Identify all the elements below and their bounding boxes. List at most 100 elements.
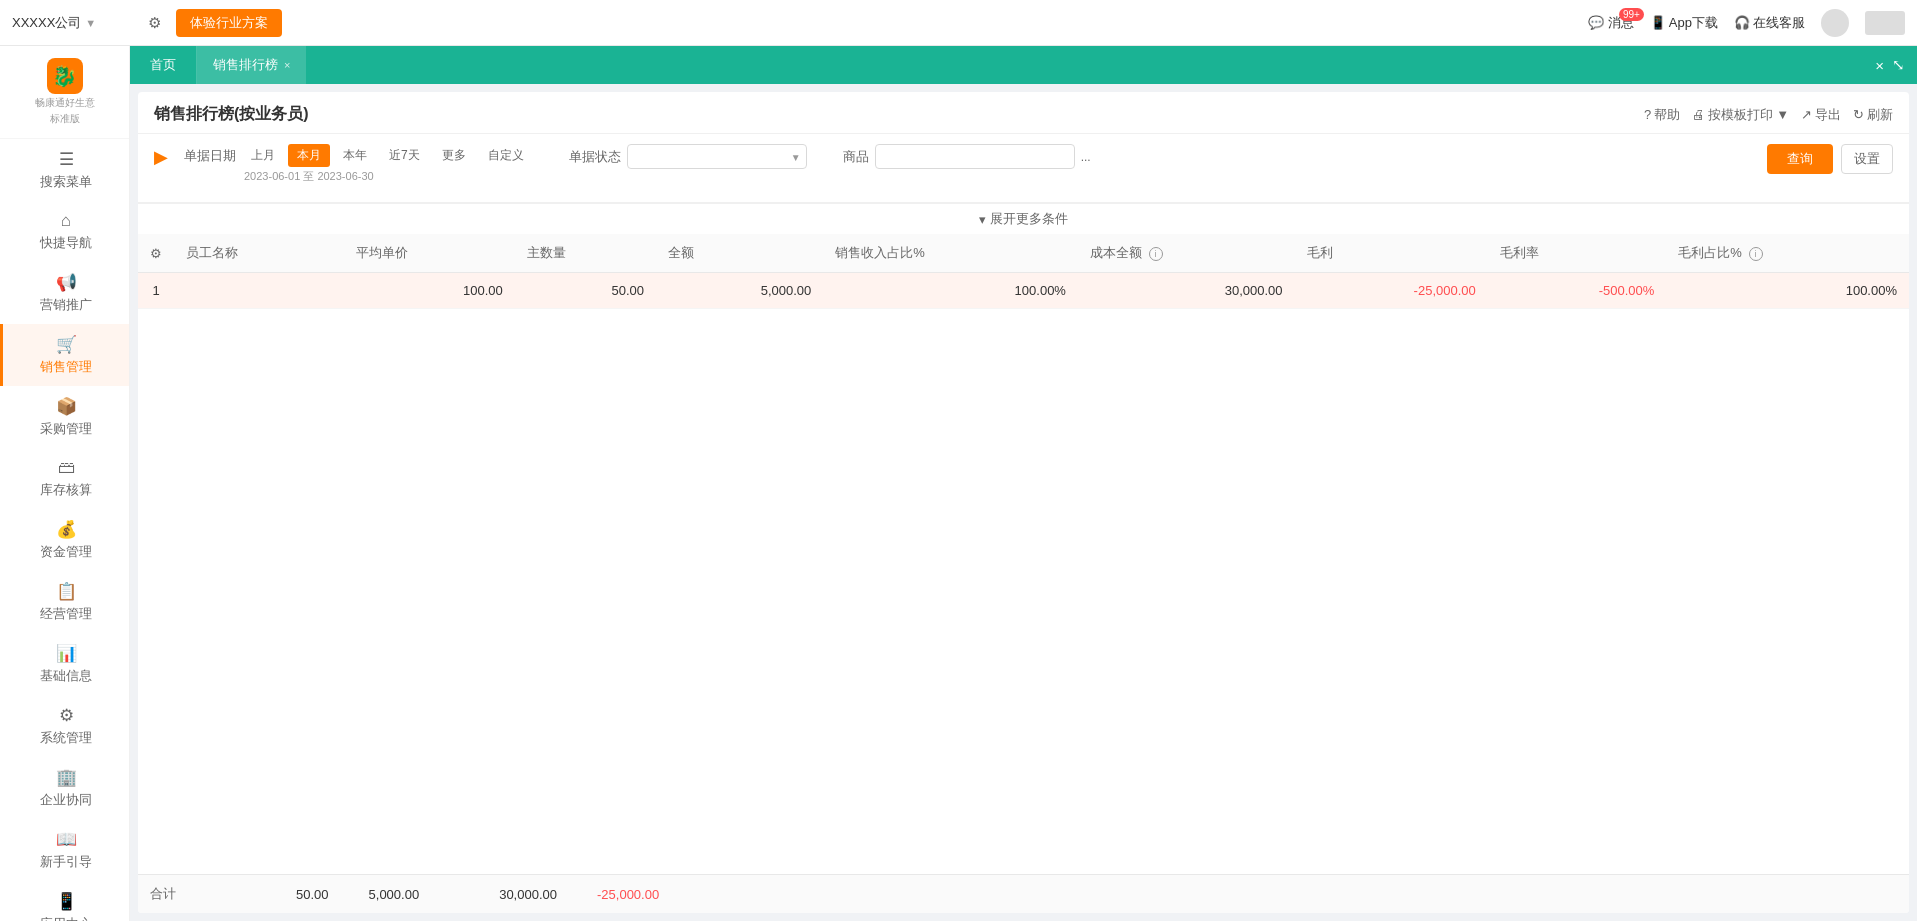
sales-icon: 🛒 <box>56 334 77 355</box>
print-chevron-icon: ▼ <box>1776 107 1789 122</box>
template-print-button[interactable]: 🖨 按模板打印 ▼ <box>1692 106 1789 124</box>
cost-info-icon[interactable]: i <box>1149 247 1163 261</box>
col-gross-pct: 毛利占比% i <box>1666 234 1909 273</box>
sidebar-item-guide-label: 新手引导 <box>40 853 92 871</box>
settings-row-button[interactable]: 设置 <box>1841 144 1893 174</box>
footer-label: 合计 <box>150 885 176 903</box>
trial-button[interactable]: 体验行业方案 <box>176 9 282 37</box>
col-employee-name-label: 员工名称 <box>186 245 238 260</box>
export-button[interactable]: ↗ 导出 <box>1801 106 1841 124</box>
tab-close-button[interactable]: × <box>284 59 290 71</box>
col-sales-pct: 销售收入占比% <box>823 234 1078 273</box>
company-name: XXXXX公司 <box>12 14 81 32</box>
tab-sales-ranking[interactable]: 销售排行榜 × <box>197 46 306 84</box>
date-filter-group: 单据日期 上月 本月 本年 近7天 更多 自定义 2023-06-01 至 20… <box>184 144 533 184</box>
pill-this-year[interactable]: 本年 <box>334 144 376 167</box>
goods-input[interactable] <box>875 144 1075 169</box>
col-avg-price-label: 平均单价 <box>356 245 408 260</box>
col-cost-label: 成本全额 <box>1090 245 1142 260</box>
col-sales-pct-label: 销售收入占比% <box>835 245 925 260</box>
finance-icon: 💰 <box>56 519 77 540</box>
content-area: 首页 销售排行榜 × × ⤡ 销售排行榜(按业务员) ? 帮助 <box>130 46 1917 921</box>
sidebar-item-purchase[interactable]: 📦 采购管理 <box>0 386 129 448</box>
pill-custom[interactable]: 自定义 <box>479 144 533 167</box>
pill-last-month[interactable]: 上月 <box>242 144 284 167</box>
sidebar-item-sales[interactable]: 🛒 销售管理 <box>0 324 129 386</box>
sidebar-item-marketing[interactable]: 📢 营销推广 <box>0 262 129 324</box>
table-header-row: ⚙ 员工名称 平均单价 主数量 <box>138 234 1909 273</box>
sidebar-item-basic-info[interactable]: 📊 基础信息 <box>0 633 129 695</box>
sidebar-item-search[interactable]: ☰ 搜索菜单 <box>0 139 129 201</box>
col-gross-rate: 毛利率 <box>1488 234 1667 273</box>
sidebar-item-finance[interactable]: 💰 资金管理 <box>0 509 129 571</box>
print-icon: 🖨 <box>1692 107 1705 122</box>
footer-gross: -25,000.00 <box>597 887 659 902</box>
query-actions: 查询 设置 <box>1767 144 1893 174</box>
phone-icon: 📱 <box>1650 15 1666 30</box>
col-gross-pct-label: 毛利占比% <box>1678 245 1742 260</box>
refresh-button[interactable]: ↻ 刷新 <box>1853 106 1893 124</box>
basic-info-icon: 📊 <box>56 643 77 664</box>
right-arrow-icon: ▶ <box>154 146 168 168</box>
pill-this-month[interactable]: 本月 <box>288 144 330 167</box>
message-icon: 💬 <box>1588 15 1604 30</box>
company-selector[interactable]: XXXXX公司 ▼ <box>12 14 132 32</box>
status-select[interactable] <box>627 144 807 169</box>
app-download-button[interactable]: 📱 App下载 <box>1650 14 1718 32</box>
tab-minimize-button[interactable]: × <box>1875 57 1884 74</box>
sidebar-item-inventory[interactable]: 🗃 库存核算 <box>0 448 129 509</box>
refresh-icon: ↻ <box>1853 107 1864 122</box>
tab-right-actions: × ⤡ <box>1875 56 1917 74</box>
sidebar-item-system[interactable]: ⚙ 系统管理 <box>0 695 129 757</box>
headset-icon: 🎧 <box>1734 15 1750 30</box>
status-select-wrapper: ▼ <box>627 144 807 169</box>
pill-7-days[interactable]: 近7天 <box>380 144 429 167</box>
avg-price-value: 100.00 <box>463 283 503 298</box>
page-content: 销售排行榜(按业务员) ? 帮助 🖨 按模板打印 ▼ ↗ 导出 <box>138 92 1909 913</box>
cell-gross-pct: 100.00% <box>1666 273 1909 309</box>
gross-pct-value: 100.00% <box>1846 283 1897 298</box>
expand-more-button[interactable]: ▾ 展开更多条件 <box>138 203 1909 234</box>
tab-home[interactable]: 首页 <box>130 46 197 84</box>
app-download-label: App下载 <box>1669 14 1718 32</box>
sidebar-item-quick-nav[interactable]: ⌂ 快捷导航 <box>0 201 129 262</box>
sidebar-item-enterprise[interactable]: 🏢 企业协同 <box>0 757 129 819</box>
message-button[interactable]: 💬 消息 99+ <box>1588 14 1634 32</box>
top-right-actions: 💬 消息 99+ 📱 App下载 🎧 在线客服 <box>1588 9 1905 37</box>
tab-expand-button[interactable]: ⤡ <box>1892 56 1905 74</box>
status-filter-group: 单据状态 ▼ <box>569 144 807 169</box>
col-qty: 主数量 <box>515 234 656 273</box>
company-settings-button[interactable]: ⚙ <box>140 9 168 37</box>
help-button[interactable]: ? 帮助 <box>1644 106 1680 124</box>
table-container: ⚙ 员工名称 平均单价 主数量 <box>138 234 1909 874</box>
header-actions: ? 帮助 🖨 按模板打印 ▼ ↗ 导出 ↻ 刷新 <box>1644 106 1893 124</box>
template-print-label: 按模板打印 <box>1708 106 1773 124</box>
pill-more[interactable]: 更多 <box>433 144 475 167</box>
cell-gross: -25,000.00 <box>1295 273 1488 309</box>
table-footer: 合计 50.00 5,000.00 30,000.00 -25,000.00 <box>138 874 1909 913</box>
chevron-down-icon: ▼ <box>85 17 96 29</box>
goods-filter-group: 商品 ... <box>843 144 1091 169</box>
enterprise-icon: 🏢 <box>56 767 77 788</box>
col-gross: 毛利 <box>1295 234 1488 273</box>
top-header: XXXXX公司 ▼ ⚙ 体验行业方案 💬 消息 99+ 📱 App下载 🎧 在线… <box>0 0 1917 46</box>
sidebar-item-guide[interactable]: 📖 新手引导 <box>0 819 129 881</box>
settings-col-icon[interactable]: ⚙ <box>150 246 162 261</box>
sidebar-item-system-label: 系统管理 <box>40 729 92 747</box>
more-filters-link[interactable]: ... <box>1081 150 1091 164</box>
refresh-label: 刷新 <box>1867 106 1893 124</box>
purchase-icon: 📦 <box>56 396 77 417</box>
data-table: ⚙ 员工名称 平均单价 主数量 <box>138 234 1909 309</box>
filter-expand-arrow[interactable]: ▶ <box>154 144 168 168</box>
col-amount-label: 全额 <box>668 245 694 260</box>
footer-amount: 5,000.00 <box>369 887 420 902</box>
cell-sales-pct: 100.00% <box>823 273 1078 309</box>
gross-pct-info-icon[interactable]: i <box>1749 247 1763 261</box>
guide-icon: 📖 <box>56 829 77 850</box>
online-support-button[interactable]: 🎧 在线客服 <box>1734 14 1805 32</box>
query-button[interactable]: 查询 <box>1767 144 1833 174</box>
sidebar-item-app-center[interactable]: 📱 应用中心 <box>0 881 129 921</box>
sidebar-item-operation[interactable]: 📋 经营管理 <box>0 571 129 633</box>
gross-rate-value: -500.00% <box>1599 283 1655 298</box>
user-avatar[interactable] <box>1821 9 1849 37</box>
